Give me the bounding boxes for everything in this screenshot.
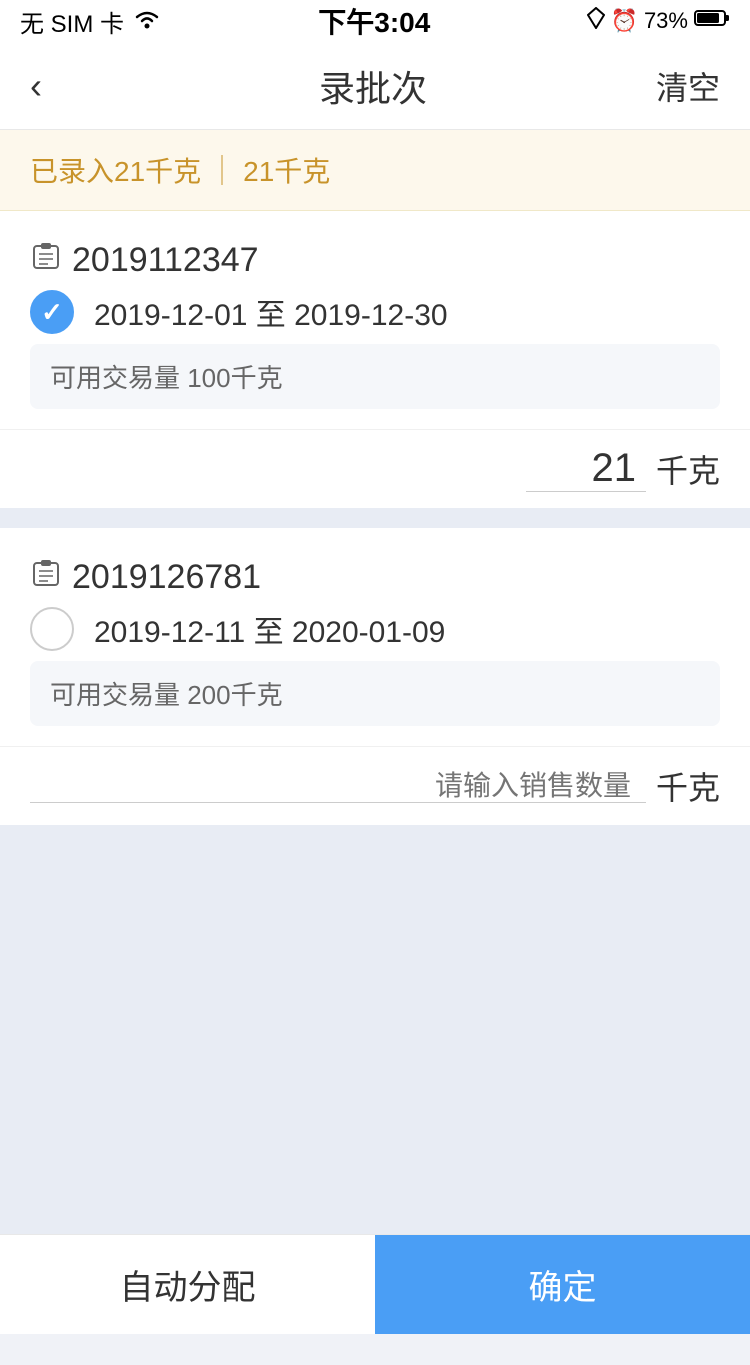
batch-2-available: 可用交易量 200千克: [30, 661, 720, 726]
section-divider: [0, 508, 750, 528]
status-bar: 无 SIM 卡 下午3:04 ⏰ 73%: [0, 0, 750, 42]
battery-icon: [694, 8, 730, 34]
total-label: 21千克: [243, 150, 330, 190]
clear-button[interactable]: 清空: [656, 63, 720, 109]
batch-1-available: 可用交易量 100千克: [30, 344, 720, 409]
summary-divider: [221, 155, 223, 185]
status-time: 下午3:04: [318, 1, 430, 41]
batch-2-id: 2019126781: [72, 558, 261, 597]
batch-2-input-row: 千克: [0, 746, 750, 825]
batch-2-date: 2019-12-11 至 2020-01-09: [94, 607, 445, 651]
alarm-icon: ⏰: [611, 8, 638, 34]
batch-2-date-row: 2019-12-11 至 2020-01-09: [0, 597, 750, 661]
back-button[interactable]: ‹: [30, 65, 90, 107]
batch-card-1: 2019112347 2019-12-01 至 2019-12-30 可用交易量…: [0, 211, 750, 508]
batch-2-input-wrapper: [30, 770, 646, 803]
nav-bar: ‹ 录批次 清空: [0, 42, 750, 130]
batch-card-2: 2019126781 2019-12-11 至 2020-01-09 可用交易量…: [0, 528, 750, 825]
recorded-label: 已录入21千克: [30, 150, 201, 190]
batch-1-unit: 千克: [656, 446, 720, 492]
gray-area: [0, 825, 750, 1265]
batch-2-icon: [30, 559, 62, 597]
confirm-button[interactable]: 确定: [375, 1235, 750, 1334]
batch-1-quantity-value: 21: [591, 446, 636, 490]
status-right: ⏰ 73%: [587, 7, 730, 35]
batch-1-id: 2019112347: [72, 241, 259, 280]
sim-status: 无 SIM 卡: [20, 4, 124, 39]
batch-1-header: 2019112347: [0, 211, 750, 280]
status-left: 无 SIM 卡: [20, 4, 162, 39]
wifi-icon: [132, 7, 162, 36]
batch-1-date: 2019-12-01 至 2019-12-30: [94, 290, 448, 334]
batch-1-icon: [30, 242, 62, 280]
page-title: 录批次: [319, 60, 427, 112]
batch-2-unit: 千克: [656, 763, 720, 809]
batch-1-quantity-wrapper: 21: [526, 446, 646, 492]
content-area: 已录入21千克 21千克 2019112347 2019-12-01 至 201…: [0, 130, 750, 1365]
batch-2-radio[interactable]: [30, 607, 74, 651]
batch-1-radio[interactable]: [30, 290, 74, 334]
battery-percent: 73%: [644, 8, 688, 34]
bottom-bar: 自动分配 确定: [0, 1234, 750, 1334]
summary-bar: 已录入21千克 21千克: [0, 130, 750, 211]
location-icon: [587, 7, 605, 35]
auto-distribute-button[interactable]: 自动分配: [0, 1235, 375, 1334]
batch-1-quantity-row: 21 千克: [0, 429, 750, 508]
batch-2-quantity-input[interactable]: [30, 770, 646, 802]
batch-2-header: 2019126781: [0, 528, 750, 597]
batch-1-date-row: 2019-12-01 至 2019-12-30: [0, 280, 750, 344]
